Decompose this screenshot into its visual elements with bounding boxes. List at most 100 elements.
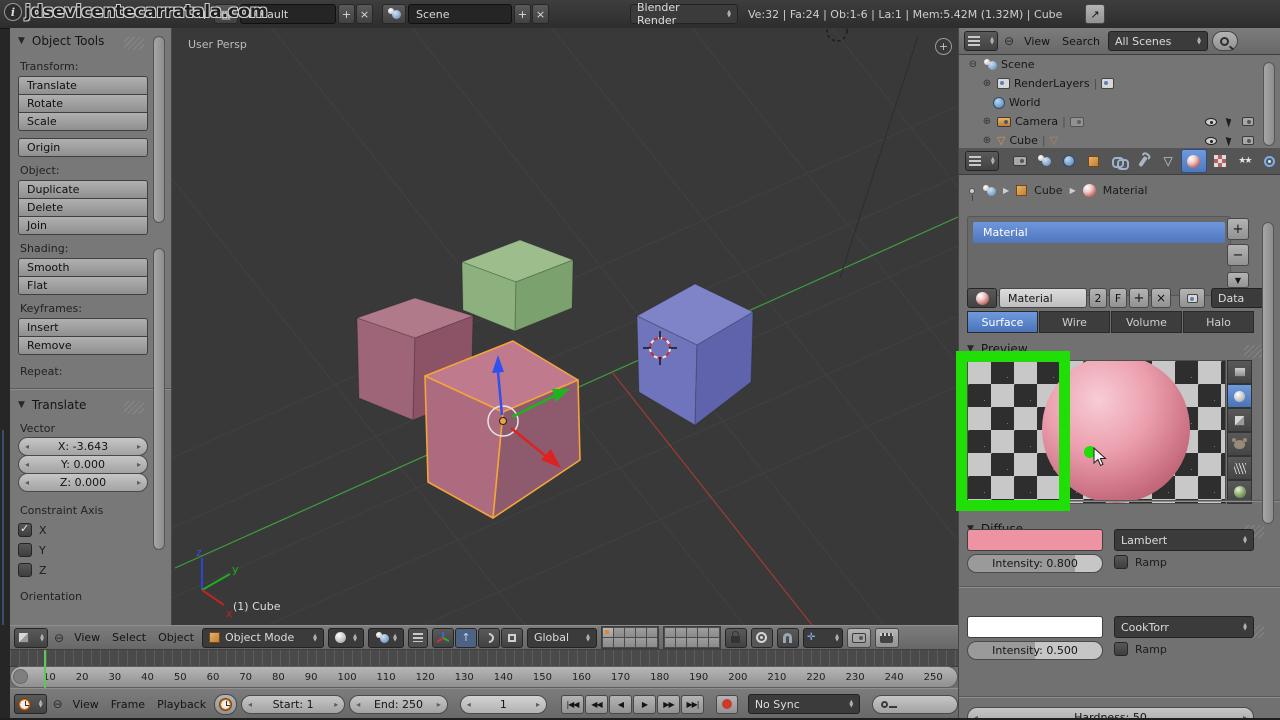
checkbox-y[interactable] — [18, 543, 32, 557]
scale-manipulator-button[interactable] — [500, 627, 523, 648]
render-toggle-icon[interactable] — [1242, 117, 1254, 126]
tab-modifiers[interactable] — [1131, 150, 1155, 172]
prev-keyframe-button[interactable]: ◀◀ — [584, 694, 608, 714]
constraint-axis-y[interactable]: Y — [18, 540, 147, 560]
display-mode-dropdown[interactable]: All Scenes — [1107, 31, 1208, 51]
slider-right-icon[interactable]: ▸ — [137, 442, 141, 451]
outliner-item-label[interactable]: RenderLayers — [1014, 77, 1090, 90]
viewport-shading-dropdown[interactable] — [327, 627, 364, 648]
pivot-point-dropdown[interactable] — [367, 627, 404, 648]
outliner-scrollbar[interactable] — [1263, 62, 1275, 146]
layer-cell[interactable] — [602, 638, 613, 647]
material-slot-selected[interactable]: Material — [973, 222, 1225, 243]
cube-pink-selected[interactable] — [424, 340, 581, 519]
tab-data[interactable]: ▽ — [1156, 150, 1180, 172]
specular-ramp-option[interactable]: Ramp — [1114, 642, 1167, 656]
constraint-axis-z[interactable]: Z — [18, 560, 147, 580]
slider-left-icon[interactable]: ◂ — [25, 442, 29, 451]
editor-type-button[interactable] — [964, 31, 998, 51]
window-duplicate-button[interactable]: ↗ — [1085, 4, 1105, 24]
properties-scrollbar[interactable] — [1262, 222, 1274, 524]
preview-sphere-button[interactable] — [1227, 384, 1252, 408]
layout-delete-button[interactable]: × — [356, 4, 373, 24]
panel-drag-hatch[interactable] — [124, 401, 144, 414]
sync-mode-dropdown[interactable]: No Sync — [747, 694, 861, 714]
preview-hair-button[interactable] — [1227, 456, 1252, 480]
menu-object[interactable]: Object — [154, 631, 198, 644]
specular-shader-dropdown[interactable]: CookTorr — [1114, 616, 1254, 638]
fake-user-button[interactable]: F — [1109, 288, 1127, 308]
material-name-field[interactable]: Material — [999, 288, 1087, 308]
layout-add-button[interactable]: + — [338, 4, 355, 24]
timeline-tick-strip[interactable] — [10, 650, 958, 667]
scene-add-button[interactable]: + — [514, 4, 531, 24]
snap-element-dropdown[interactable]: ✛ — [802, 627, 843, 648]
cube-blue[interactable] — [635, 283, 755, 427]
tab-material[interactable] — [1180, 149, 1207, 173]
outliner-row-cube[interactable]: ⊕ ▽ Cube | ▽ — [959, 131, 1280, 148]
selectable-toggle-icon[interactable] — [1225, 134, 1234, 147]
browse-material-button[interactable] — [967, 288, 997, 308]
outliner-item-label[interactable]: World — [1009, 96, 1041, 109]
layer-cell[interactable] — [708, 628, 719, 637]
preview-cube-button[interactable] — [1227, 408, 1252, 432]
join-button[interactable]: Join — [18, 216, 148, 235]
breadcrumb-object[interactable]: Cube — [1034, 184, 1062, 197]
delete-button[interactable]: Delete — [18, 198, 148, 217]
play-button[interactable]: ▶ — [632, 694, 656, 714]
pin-icon[interactable] — [969, 187, 975, 201]
layer-cell[interactable] — [624, 638, 635, 647]
search-button[interactable] — [1211, 31, 1238, 51]
tab-physics[interactable] — [1257, 150, 1280, 172]
render-opengl-anim-button[interactable] — [874, 627, 899, 648]
scale-button[interactable]: Scale — [18, 112, 148, 131]
render-engine-dropdown[interactable]: Blender Render — [630, 1, 738, 27]
mode-dropdown[interactable]: Object Mode — [201, 627, 324, 648]
next-keyframe-button[interactable]: ▶▶ — [656, 694, 680, 714]
diffuse-shader-dropdown[interactable]: Lambert — [1114, 529, 1254, 551]
smooth-button[interactable]: Smooth — [18, 258, 148, 277]
tab-constraints[interactable] — [1107, 150, 1131, 172]
tab-particles[interactable]: ★★ — [1232, 150, 1256, 172]
layer-cell[interactable] — [635, 638, 646, 647]
transform-orientation-dropdown[interactable]: Global — [526, 627, 597, 648]
timeline-ruler[interactable]: 10 20 30 40 50 60 70 80 90 100 110 120 130 140 150 160 1… — [10, 666, 958, 688]
translate-manipulator-button[interactable]: ↑ — [454, 627, 477, 648]
preview-monkey-button[interactable] — [1227, 432, 1252, 456]
tab-wire[interactable]: Wire — [1039, 311, 1110, 333]
constraint-axis-x[interactable]: X — [18, 520, 147, 540]
tab-halo[interactable]: Halo — [1183, 311, 1254, 333]
slider-left-icon[interactable]: ◂ — [25, 460, 29, 469]
jump-to-start-button[interactable]: |◀◀ — [560, 694, 584, 714]
tab-scene[interactable] — [1032, 150, 1056, 172]
scene-delete-button[interactable]: × — [532, 4, 549, 24]
checkbox-x[interactable] — [18, 522, 32, 537]
tab-surface[interactable]: Surface — [967, 311, 1038, 333]
insert-keyframe-button[interactable]: Insert — [18, 318, 148, 337]
layer-cell[interactable] — [624, 628, 635, 637]
menu-select[interactable]: Select — [108, 631, 150, 644]
snap-toggle-button[interactable] — [776, 627, 799, 648]
tree-expand-icon[interactable]: ⊕ — [981, 135, 993, 146]
menu-view[interactable]: View — [69, 698, 103, 711]
panel-drag-hatch[interactable] — [124, 37, 144, 50]
layer-cell[interactable] — [686, 638, 697, 647]
editor-type-button[interactable] — [14, 627, 48, 648]
preview-flat-button[interactable] — [1227, 360, 1252, 384]
slider-right-icon[interactable]: ▸ — [137, 478, 141, 487]
vector-x-field[interactable]: ◂ X: -3.643 ▸ — [18, 437, 148, 456]
play-reverse-button[interactable]: ◀ — [608, 694, 632, 714]
rotate-button[interactable]: Rotate — [18, 94, 148, 113]
slot-add-button[interactable]: + — [1227, 218, 1249, 240]
layer-cell[interactable] — [708, 638, 719, 647]
tool-shelf-scrollbar[interactable] — [153, 36, 165, 223]
proportional-edit-button[interactable] — [750, 627, 773, 648]
specular-intensity-slider[interactable]: Intensity: 0.500 — [967, 641, 1103, 660]
hide-toggle-icon[interactable] — [1205, 136, 1217, 145]
slider-right-icon[interactable]: ▸ — [536, 700, 540, 709]
layer-cell[interactable] — [613, 638, 624, 647]
menu-frame[interactable]: Frame — [107, 698, 149, 711]
panel-drag-hatch[interactable] — [1244, 345, 1264, 358]
menu-search[interactable]: Search — [1058, 35, 1104, 48]
outliner-item-label[interactable]: Camera — [1015, 115, 1058, 128]
